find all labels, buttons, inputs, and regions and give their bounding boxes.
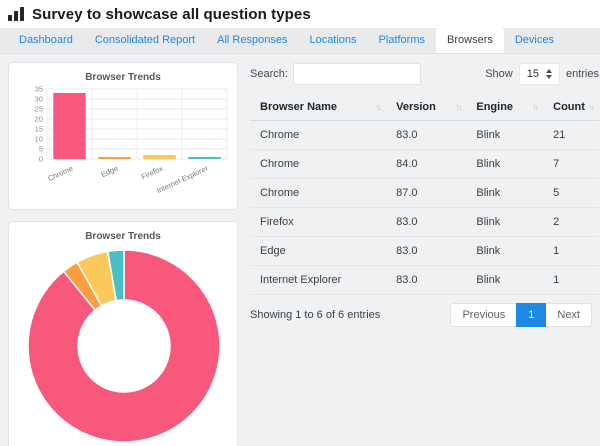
table-cell: 1 [543,265,599,295]
sort-arrows-icon[interactable]: ↑↓ [532,102,543,112]
table-row: Chrome 83.0 Blink 21 [250,120,599,150]
table-cell: 83.0 [386,207,467,237]
content-area: Browser Trends 0 5 10 15 20 25 30 35 Chrome Edge F… [0,54,600,446]
column-label: Browser Name [260,101,338,113]
tab-all-responses[interactable]: All Responses [206,28,298,53]
tab-bar: Dashboard Consolidated Report All Response… [0,28,600,54]
svg-text:Firefox: Firefox [140,164,165,182]
svg-text:Internet Explorer: Internet Explorer [155,163,210,195]
table-cell: Blink [466,178,544,208]
select-arrows-icon [545,69,552,79]
table-cell: Blink [466,120,544,150]
table-cell: 83.0 [386,120,467,150]
sort-arrows-icon[interactable]: ↑↓ [455,102,466,112]
svg-text:35: 35 [35,85,43,94]
table-cell: 7 [543,149,599,179]
sort-arrows-icon[interactable]: ↑↓ [375,102,386,112]
column-label: Engine [476,101,514,113]
table-cell: 2 [543,207,599,237]
charts-column: Browser Trends 0 5 10 15 20 25 30 35 Chrome Edge F… [0,54,246,446]
entries-label: entries [565,68,599,80]
table-row: Firefox 83.0 Blink 2 [250,207,599,237]
search-input[interactable] [292,63,421,85]
table-cell: Internet Explorer [250,265,387,295]
previous-page-button[interactable]: Previous [450,303,518,327]
bar-chart-title: Browser Trends [85,72,161,83]
bar-chart-icon [8,7,24,21]
table-row: Internet Explorer 83.0 Blink 1 [250,265,599,295]
table-controls: Search: Show 15 entries [250,62,599,86]
tab-locations[interactable]: Locations [298,28,367,53]
next-page-button[interactable]: Next [545,303,592,327]
table-row: Edge 83.0 Blink 1 [250,236,599,266]
donut-chart-card: Browser Trends [8,221,238,446]
table-row: Chrome 87.0 Blink 5 [250,178,599,208]
svg-text:20: 20 [35,115,43,124]
tab-browsers[interactable]: Browsers [436,28,504,53]
page-size-group: Show 15 entries [485,63,599,85]
table-info: Showing 1 to 6 of 6 entries [250,309,381,321]
bar-chart-card: Browser Trends 0 5 10 15 20 25 30 35 Chrome Edge F… [8,62,238,210]
column-header-engine[interactable]: Engine ↑↓ [466,94,544,121]
sort-arrows-icon[interactable]: ↑↓ [588,102,599,112]
svg-text:25: 25 [35,105,43,114]
svg-text:5: 5 [39,145,43,154]
table-cell: 83.0 [386,236,467,266]
table-footer: Showing 1 to 6 of 6 entries Previous 1 N… [250,303,599,327]
table-cell: 5 [543,178,599,208]
table-cell: Blink [466,265,544,295]
page-title: Survey to showcase all question types [32,5,311,23]
column-label: Version [396,101,436,113]
table-cell: 84.0 [386,149,467,179]
svg-text:0: 0 [39,155,43,164]
table-row: Chrome 84.0 Blink 7 [250,149,599,179]
column-header-browser-name[interactable]: Browser Name ↑↓ [250,94,387,121]
column-header-count[interactable]: Count ↑↓ [543,94,599,121]
svg-text:Chrome: Chrome [46,164,74,183]
table-cell: Blink [466,236,544,266]
table-cell: Blink [466,207,544,237]
donut-chart-title: Browser Trends [85,231,161,242]
table-cell: 87.0 [386,178,467,208]
pagination: Previous 1 Next [450,303,592,327]
tab-dashboard[interactable]: Dashboard [8,28,84,53]
table-header-row: Browser Name ↑↓ Version ↑↓ Engine ↑↓ Count ↑↓ [250,94,599,121]
app-window: Survey to showcase all question types Da… [0,0,600,446]
svg-text:15: 15 [35,125,43,134]
table-cell: Chrome [250,120,387,150]
browsers-table: Browser Name ↑↓ Version ↑↓ Engine ↑↓ Count ↑↓ C… [250,94,599,295]
svg-text:10: 10 [35,135,43,144]
page-size-select[interactable]: 15 [518,63,560,85]
tab-platforms[interactable]: Platforms [368,28,436,53]
header: Survey to showcase all question types [0,0,600,28]
svg-text:Edge: Edge [100,164,120,180]
show-label: Show [485,68,513,80]
table-cell: Chrome [250,149,387,179]
table-section: Search: Show 15 entries Browser Name ↑↓ Ve… [246,54,600,446]
browser-trends-bar-chart: 05101520253035 Chrome Edge FirefoxInternet … [35,85,228,195]
search-label: Search: [250,68,288,80]
tab-devices[interactable]: Devices [504,28,565,53]
table-cell: 21 [543,120,599,150]
tab-consolidated-report[interactable]: Consolidated Report [84,28,206,53]
table-cell: 1 [543,236,599,266]
svg-text:30: 30 [35,95,43,104]
table-cell: Chrome [250,178,387,208]
search-group: Search: [250,63,421,85]
table-cell: 83.0 [386,265,467,295]
column-label: Count [553,101,585,113]
table-cell: Blink [466,149,544,179]
column-header-version[interactable]: Version ↑↓ [386,94,467,121]
table-cell: Edge [250,236,387,266]
table-cell: Firefox [250,207,387,237]
page-size-value: 15 [526,68,539,80]
browser-trends-donut-chart [27,249,221,443]
page-1-button[interactable]: 1 [516,303,547,327]
